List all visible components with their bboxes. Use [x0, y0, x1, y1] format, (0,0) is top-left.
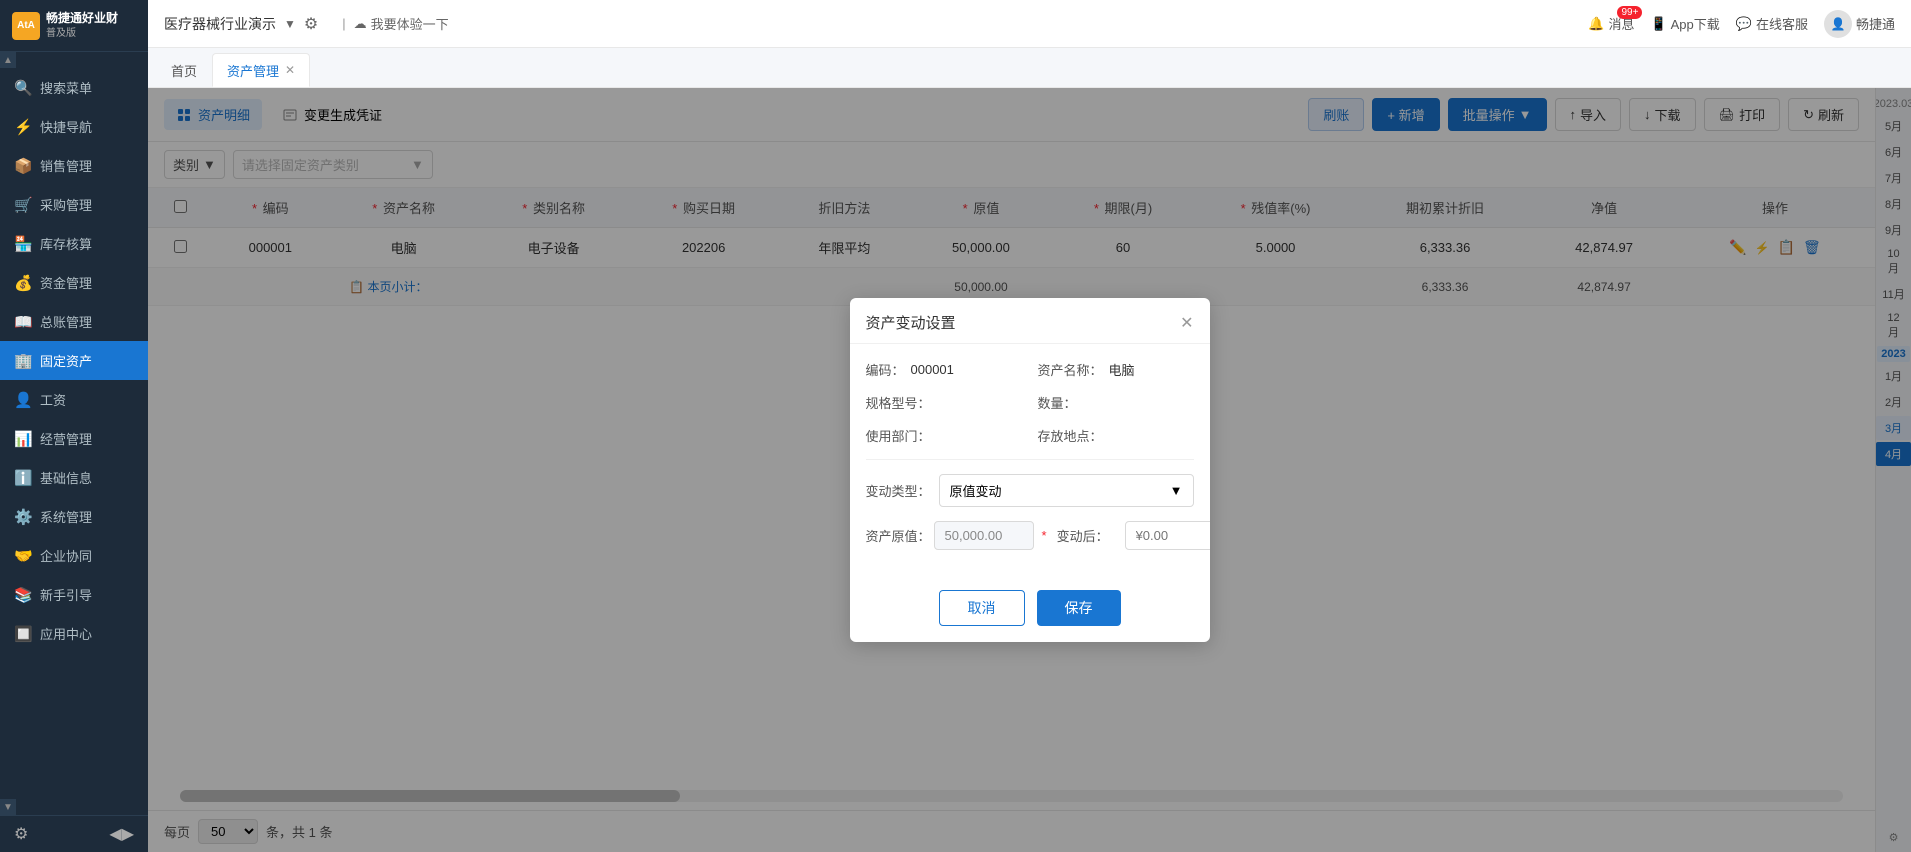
operations-icon: 📊: [14, 430, 32, 448]
sidebar-item-ledger[interactable]: 📖 总账管理: [0, 302, 148, 341]
sidebar-scroll-down[interactable]: ▼: [0, 799, 16, 815]
sidebar-item-enterprise[interactable]: 🤝 企业协同: [0, 536, 148, 575]
bell-icon: 🔔: [1588, 16, 1604, 32]
system-icon: ⚙️: [14, 508, 32, 526]
notifications-btn[interactable]: 🔔 消息 99+: [1588, 14, 1634, 33]
page-content: 资产明细 变更生成凭证 刷账 + 新增 批量操作 ▼ ↑ 导入: [148, 88, 1911, 852]
modal-footer: 取消 保存: [850, 580, 1210, 642]
salary-icon: 👤: [14, 391, 32, 409]
modal-row-3: 使用部门： 存放地点：: [866, 426, 1194, 445]
online-service-btn[interactable]: 💬 在线客服: [1736, 14, 1808, 33]
experience-btn[interactable]: ☁ 我要体验一下: [354, 14, 449, 33]
notification-badge: 99+: [1617, 6, 1642, 19]
company-dropdown-btn[interactable]: ▼: [284, 17, 296, 31]
modal-field-code: 编码： 000001: [866, 360, 1022, 379]
sidebar-item-system[interactable]: ⚙️ 系统管理: [0, 497, 148, 536]
sidebar-scroll-up[interactable]: ▲: [0, 52, 16, 68]
sidebar-item-purchase[interactable]: 🛒 采购管理: [0, 185, 148, 224]
sidebar-item-inventory[interactable]: 🏪 库存核算: [0, 224, 148, 263]
tab-home[interactable]: 首页: [156, 53, 212, 87]
sidebar-item-funds[interactable]: 💰 资金管理: [0, 263, 148, 302]
tab-bar: 首页 资产管理 ✕: [148, 48, 1911, 88]
tutorial-icon: 📚: [14, 586, 32, 604]
company-name: 医疗器械行业演示: [164, 14, 276, 34]
header-settings-btn[interactable]: ⚙: [304, 14, 318, 34]
purchase-icon: 🛒: [14, 196, 32, 214]
original-value-input: [934, 521, 1034, 550]
sidebar-logo: AtA 畅捷通好业财 普及版: [0, 0, 148, 52]
search-icon: 🔍: [14, 79, 32, 97]
modal-field-quantity: 数量：: [1038, 393, 1194, 412]
sidebar-item-search[interactable]: 🔍 搜索菜单: [0, 68, 148, 107]
logo-text: 畅捷通好业财 普及版: [46, 11, 118, 40]
sidebar-item-quick-nav[interactable]: ⚡ 快捷导航: [0, 107, 148, 146]
ledger-icon: 📖: [14, 313, 32, 331]
modal-overlay: 资产变动设置 ✕ 编码： 000001 资产名称： 电脑: [148, 88, 1911, 852]
tab-close-btn[interactable]: ✕: [285, 63, 295, 77]
avatar: 👤: [1824, 10, 1852, 38]
modal-row-1: 编码： 000001 资产名称： 电脑: [866, 360, 1194, 379]
sidebar-item-operations[interactable]: 📊 经营管理: [0, 419, 148, 458]
quicknav-icon: ⚡: [14, 118, 32, 136]
modal-body: 编码： 000001 资产名称： 电脑 规格型号：: [850, 344, 1210, 580]
modal-field-spec: 规格型号：: [866, 393, 1022, 412]
main-content: 医疗器械行业演示 ▼ ⚙ | ☁ 我要体验一下 🔔 消息 99+ 📱 App下载…: [148, 0, 1911, 852]
sidebar-item-app-center[interactable]: 🔲 应用中心: [0, 614, 148, 653]
sidebar-bottom: ⚙ ◀▶: [0, 815, 148, 852]
modal-change-type-row: 变动类型： 原值变动 ▼: [866, 474, 1194, 507]
user-info[interactable]: 👤 畅捷通: [1824, 10, 1895, 38]
sidebar-scroll-area: 🔍 搜索菜单 ⚡ 快捷导航 📦 销售管理 🛒 采购管理 🏪 库存核算 💰 资金管…: [0, 68, 148, 799]
basic-info-icon: ℹ️: [14, 469, 32, 487]
collapse-icon[interactable]: ◀▶: [109, 824, 134, 844]
change-type-select[interactable]: 原值变动 ▼: [939, 474, 1194, 507]
modal-row-2: 规格型号： 数量：: [866, 393, 1194, 412]
sidebar-item-fixed-assets[interactable]: 🏢 固定资产: [0, 341, 148, 380]
modal-field-location: 存放地点：: [1038, 426, 1194, 445]
service-icon: 💬: [1736, 16, 1752, 32]
modal-field-asset-name: 资产名称： 电脑: [1038, 360, 1194, 379]
cancel-button[interactable]: 取消: [939, 590, 1025, 626]
inventory-icon: 🏪: [14, 235, 32, 253]
fixed-assets-icon: 🏢: [14, 352, 32, 370]
cloud-icon: ☁: [354, 16, 367, 32]
separator: |: [342, 16, 345, 31]
tab-asset-management[interactable]: 资产管理 ✕: [212, 53, 310, 87]
after-value-input[interactable]: [1125, 521, 1210, 550]
app-center-icon: 🔲: [14, 625, 32, 643]
modal-close-btn[interactable]: ✕: [1180, 313, 1193, 333]
sidebar: AtA 畅捷通好业财 普及版 ▲ 🔍 搜索菜单 ⚡ 快捷导航 📦 销售管理 🛒 …: [0, 0, 148, 852]
modal-title: 资产变动设置: [866, 312, 956, 333]
sales-icon: 📦: [14, 157, 32, 175]
funds-icon: 💰: [14, 274, 32, 292]
sidebar-item-tutorial[interactable]: 📚 新手引导: [0, 575, 148, 614]
enterprise-icon: 🤝: [14, 547, 32, 565]
settings-icon[interactable]: ⚙: [14, 824, 28, 844]
modal-value-row: 资产原值： * 变动后：: [866, 521, 1194, 550]
modal-field-department: 使用部门：: [866, 426, 1022, 445]
modal-header: 资产变动设置 ✕: [850, 298, 1210, 344]
header-right: 🔔 消息 99+ 📱 App下载 💬 在线客服 👤 畅捷通: [1588, 10, 1895, 38]
save-button[interactable]: 保存: [1037, 590, 1121, 626]
header-left: 医疗器械行业演示 ▼ ⚙ | ☁ 我要体验一下: [164, 14, 449, 34]
sidebar-item-salary[interactable]: 👤 工资: [0, 380, 148, 419]
top-header: 医疗器械行业演示 ▼ ⚙ | ☁ 我要体验一下 🔔 消息 99+ 📱 App下载…: [148, 0, 1911, 48]
logo-icon: AtA: [12, 12, 40, 40]
asset-change-modal: 资产变动设置 ✕ 编码： 000001 资产名称： 电脑: [850, 298, 1210, 642]
download-icon: 📱: [1650, 16, 1666, 32]
change-type-dropdown-icon: ▼: [1170, 483, 1183, 498]
app-download-btn[interactable]: 📱 App下载: [1650, 14, 1719, 33]
sidebar-item-sales[interactable]: 📦 销售管理: [0, 146, 148, 185]
modal-divider: [866, 459, 1194, 460]
sidebar-item-basic-info[interactable]: ℹ️ 基础信息: [0, 458, 148, 497]
